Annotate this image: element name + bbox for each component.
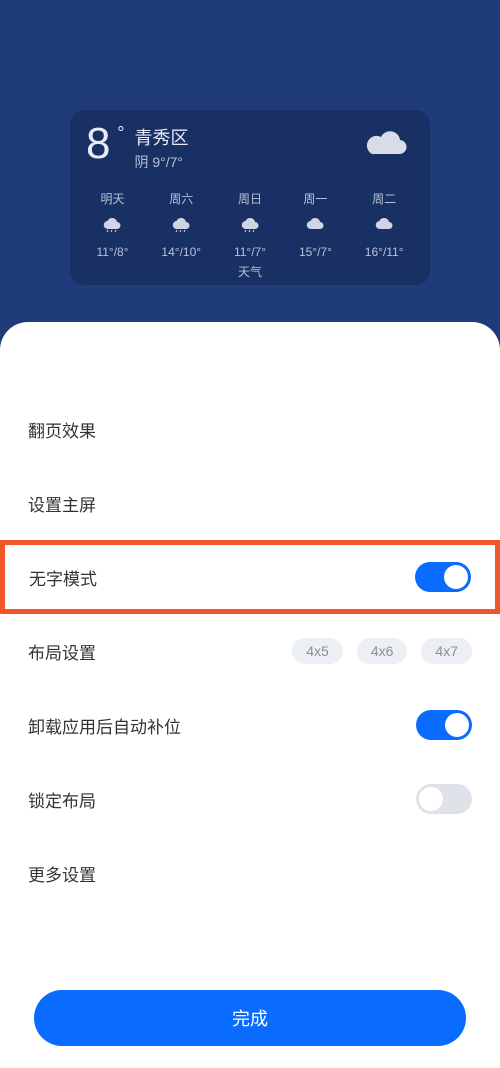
forecast-day: 周日 11°/7° xyxy=(234,190,266,259)
no-text-mode-label: 无字模式 xyxy=(29,565,97,590)
weather-widget[interactable]: 8° 青秀区 阴 9°/7° 明天 11°/8° 周六 14°/10° 周日 1… xyxy=(70,110,430,285)
condition-text: 阴 9°/7° xyxy=(134,152,188,172)
lock-layout-row[interactable]: 锁定布局 xyxy=(28,762,472,836)
no-text-mode-toggle[interactable] xyxy=(415,562,471,592)
cloud-icon xyxy=(306,217,324,233)
widget-caption: 天气 xyxy=(80,263,420,280)
current-temperature: 8° xyxy=(86,122,110,166)
forecast-day: 周六 14°/10° xyxy=(161,190,201,259)
layout-option-4x5[interactable]: 4x5 xyxy=(292,638,343,664)
layout-option-4x7[interactable]: 4x7 xyxy=(421,638,472,664)
set-home-row[interactable]: 设置主屏 xyxy=(28,466,472,540)
rain-icon xyxy=(103,217,121,233)
no-text-mode-row[interactable]: 无字模式 xyxy=(29,545,471,609)
lock-layout-label: 锁定布局 xyxy=(28,787,96,812)
auto-fill-row[interactable]: 卸载应用后自动补位 xyxy=(28,688,472,762)
page-effect-label: 翻页效果 xyxy=(28,417,96,442)
location-name: 青秀区 xyxy=(134,124,188,150)
cloud-icon xyxy=(375,217,393,233)
forecast-row: 明天 11°/8° 周六 14°/10° 周日 11°/7° 周一 15°/7°… xyxy=(80,190,420,259)
layout-label: 布局设置 xyxy=(28,639,96,664)
page-effect-row[interactable]: 翻页效果 xyxy=(28,392,472,466)
highlight-box: 无字模式 xyxy=(0,540,500,614)
auto-fill-label: 卸载应用后自动补位 xyxy=(28,713,181,738)
rain-icon xyxy=(241,217,259,233)
more-settings-label: 更多设置 xyxy=(28,861,96,886)
set-home-label: 设置主屏 xyxy=(28,491,96,516)
forecast-day: 明天 11°/8° xyxy=(96,190,128,259)
forecast-day: 周一 15°/7° xyxy=(299,190,332,259)
layout-option-4x6[interactable]: 4x6 xyxy=(357,638,408,664)
done-button[interactable]: 完成 xyxy=(34,990,466,1046)
layout-row: 布局设置 4x5 4x6 4x7 xyxy=(28,614,472,688)
cloud-icon xyxy=(364,128,410,162)
more-settings-row[interactable]: 更多设置 xyxy=(28,836,472,910)
lock-layout-toggle[interactable] xyxy=(416,784,472,814)
settings-sheet: 翻页效果 设置主屏 无字模式 布局设置 4x5 4x6 4x7 卸载应用后自动补… xyxy=(0,322,500,1068)
forecast-day: 周二 16°/11° xyxy=(365,190,404,259)
rain-icon xyxy=(172,217,190,233)
auto-fill-toggle[interactable] xyxy=(416,710,472,740)
